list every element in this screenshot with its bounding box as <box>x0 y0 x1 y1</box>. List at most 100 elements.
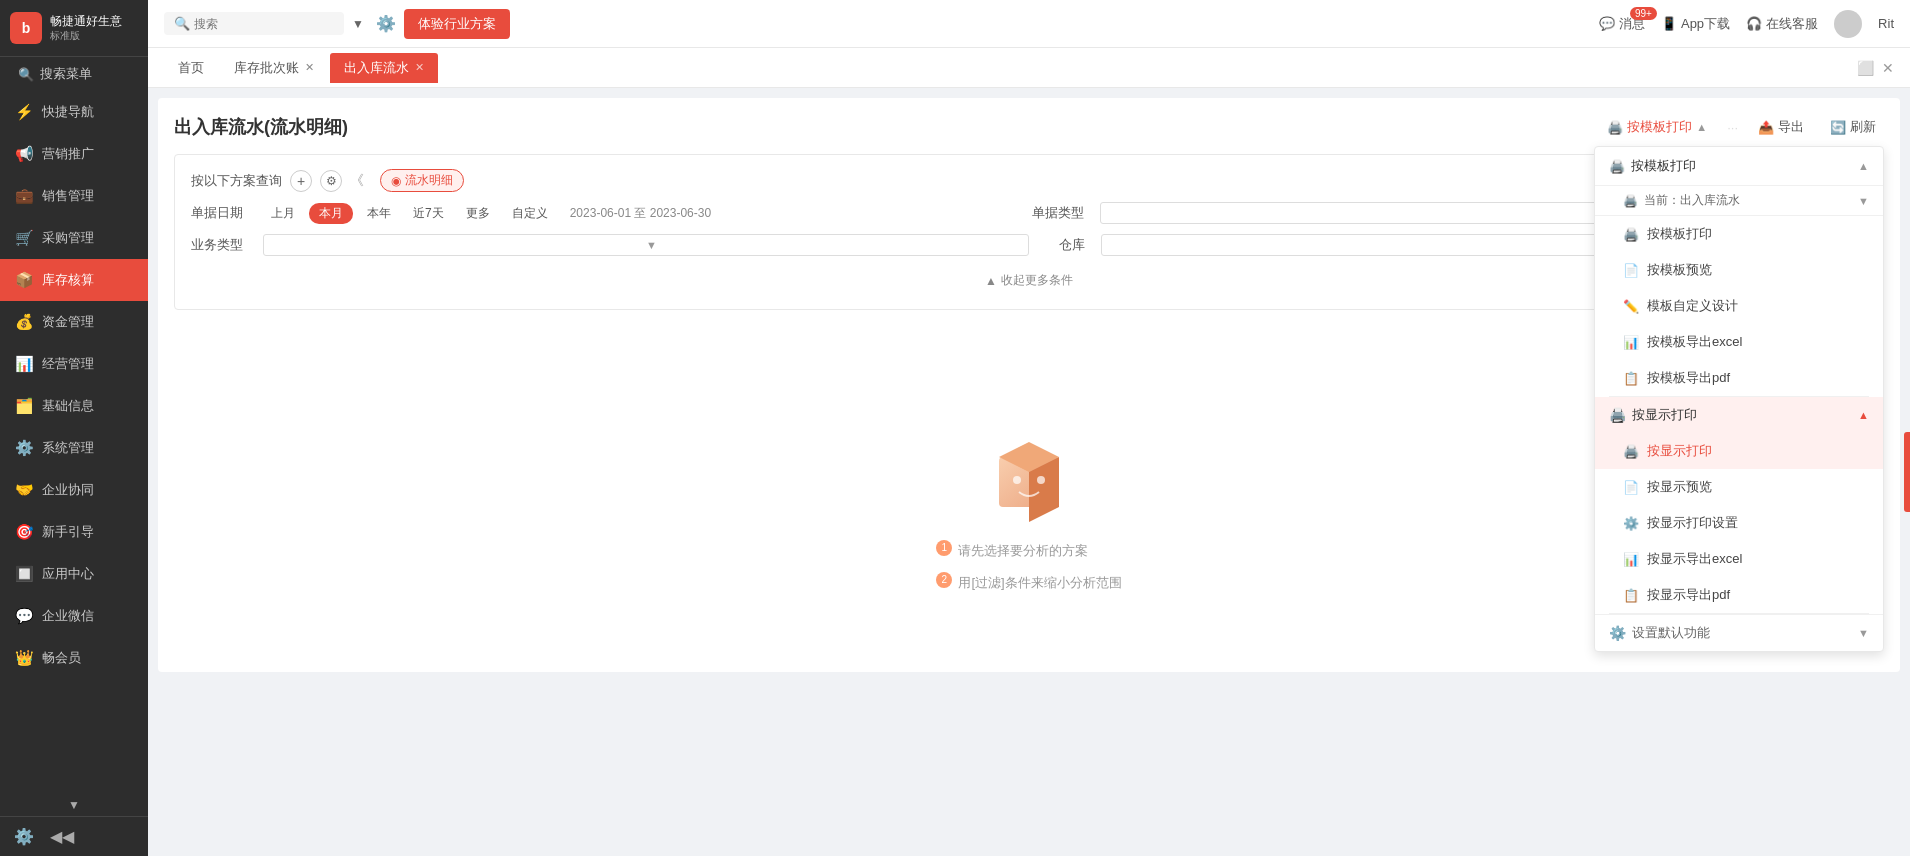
dropdown-item-label: 按模板导出excel <box>1647 333 1742 351</box>
biz-type-select[interactable]: ▼ <box>263 234 1029 256</box>
right-edge-bar[interactable] <box>1904 432 1910 512</box>
filter-collapse-left-btn[interactable]: 《 <box>350 172 364 190</box>
trial-btn[interactable]: 体验行业方案 <box>404 9 510 39</box>
dropdown-item-export-excel-template[interactable]: 📊 按模板导出excel <box>1595 324 1883 360</box>
topbar-search-dropdown[interactable]: ▼ <box>352 17 364 31</box>
sidebar-item-label: 经营管理 <box>42 355 94 373</box>
date-shortcut-more[interactable]: 更多 <box>458 203 498 224</box>
sidebar-item-label: 快捷导航 <box>42 103 94 121</box>
dropdown-item-preview-display[interactable]: 📄 按显示预览 <box>1595 469 1883 505</box>
sidebar-item-inventory[interactable]: 📦 库存核算 <box>0 259 148 301</box>
tab-batch-account[interactable]: 库存批次账 ✕ <box>220 53 328 83</box>
topbar-search-box[interactable]: 🔍 <box>164 12 344 35</box>
operations-icon: 📊 <box>14 354 34 374</box>
export-label: 导出 <box>1778 118 1804 136</box>
app-name: 畅捷通好生意 <box>50 13 122 30</box>
sidebar-item-marketing[interactable]: 📢 营销推广 <box>0 133 148 175</box>
tab-home[interactable]: 首页 <box>164 53 218 83</box>
tab-flow[interactable]: 出入库流水 ✕ <box>330 53 438 83</box>
sidebar-item-membership[interactable]: 👑 畅会员 <box>0 637 148 679</box>
topbar-search-input[interactable] <box>194 17 324 31</box>
sidebar-item-collab[interactable]: 🤝 企业协同 <box>0 469 148 511</box>
filter-settings-btn[interactable]: ⚙ <box>320 170 342 192</box>
topbar-messages[interactable]: 💬 消息 99+ <box>1599 15 1645 33</box>
headset-icon: 🎧 <box>1746 16 1762 31</box>
sidebar-item-operations[interactable]: 📊 经营管理 <box>0 343 148 385</box>
sidebar-item-guide[interactable]: 🎯 新手引导 <box>0 511 148 553</box>
dropdown-item-preview-template[interactable]: 📄 按模板预览 <box>1595 252 1883 288</box>
sidebar-search[interactable]: 🔍 搜索菜单 <box>0 57 148 91</box>
date-shortcut-7days[interactable]: 近7天 <box>405 203 452 224</box>
dropdown-item-label: 按显示打印 <box>1647 442 1712 460</box>
dropdown-header: 🖨️ 按模板打印 ▲ <box>1595 147 1883 186</box>
dropdown-item-custom-template[interactable]: ✏️ 模板自定义设计 <box>1595 288 1883 324</box>
dropdown-item-print-template[interactable]: 🖨️ 按模板打印 <box>1595 216 1883 252</box>
display-section-chevron: ▲ <box>1858 409 1869 421</box>
page-actions: 🖨️ 按模板打印 ▲ ··· 📤 导出 🔄 刷新 <box>1599 114 1884 140</box>
settings-display-icon: ⚙️ <box>1623 515 1639 531</box>
sidebar-item-basic-info[interactable]: 🗂️ 基础信息 <box>0 385 148 427</box>
app-version: 标准版 <box>50 29 122 43</box>
sidebar-bottom: ⚙️ ◀◀ <box>0 816 148 856</box>
settings-icon[interactable]: ⚙️ <box>14 827 34 846</box>
sidebar-item-finance[interactable]: 💰 资金管理 <box>0 301 148 343</box>
export-icon: 📤 <box>1758 120 1774 135</box>
dropdown-item-print-display[interactable]: 🖨️ 按显示打印 <box>1595 433 1883 469</box>
page-content: 出入库流水(流水明细) 🖨️ 按模板打印 ▲ ··· 📤 导出 <box>148 88 1910 856</box>
tab-maximize-icon[interactable]: ⬜ <box>1857 60 1874 76</box>
collapse-sidebar-icon[interactable]: ◀◀ <box>50 827 74 846</box>
username-label[interactable]: Rit <box>1878 16 1894 31</box>
topbar: 🔍 ▼ ⚙️ 体验行业方案 💬 消息 99+ 📱 App下载 🎧 <box>148 0 1910 48</box>
refresh-btn[interactable]: 🔄 刷新 <box>1822 114 1884 140</box>
topbar-app-download[interactable]: 📱 App下载 <box>1661 15 1730 33</box>
export-btn[interactable]: 📤 导出 <box>1750 114 1812 140</box>
collab-icon: 🤝 <box>14 480 34 500</box>
sidebar-item-sales[interactable]: 💼 销售管理 <box>0 175 148 217</box>
empty-tips: 1 请先选择要分析的方案 2 用[过滤]条件来缩小分析范围 <box>936 538 1121 596</box>
purchase-icon: 🛒 <box>14 228 34 248</box>
dropdown-item-settings-display[interactable]: ⚙️ 按显示打印设置 <box>1595 505 1883 541</box>
filter-add-btn[interactable]: + <box>290 170 312 192</box>
page-title: 出入库流水(流水明细) <box>174 115 348 139</box>
display-section-icon: 🖨️ <box>1609 407 1626 423</box>
dropdown-header-chevron[interactable]: ▲ <box>1858 160 1869 172</box>
tab-close-icon[interactable]: ✕ <box>1882 60 1894 76</box>
date-shortcut-custom[interactable]: 自定义 <box>504 203 556 224</box>
dropdown-item-label: 按模板预览 <box>1647 261 1712 279</box>
tab-close-batch-account[interactable]: ✕ <box>305 61 314 74</box>
date-shortcut-this-month[interactable]: 本月 <box>309 203 353 224</box>
dropdown-current[interactable]: 🖨️ 当前：出入库流水 ▼ <box>1595 186 1883 216</box>
dropdown-item-label: 模板自定义设计 <box>1647 297 1738 315</box>
sidebar-item-app-center[interactable]: 🔲 应用中心 <box>0 553 148 595</box>
dropdown-display-section[interactable]: 🖨️ 按显示打印 ▲ <box>1595 397 1883 433</box>
collapse-label: 收起更多条件 <box>1001 272 1073 289</box>
print-template-btn[interactable]: 🖨️ 按模板打印 ▲ <box>1599 114 1715 140</box>
phone-icon: 📱 <box>1661 16 1677 31</box>
sidebar-item-purchase[interactable]: 🛒 采购管理 <box>0 217 148 259</box>
sidebar-item-corp-wechat[interactable]: 💬 企业微信 <box>0 595 148 637</box>
search-icon: 🔍 <box>18 67 34 82</box>
custom-template-icon: ✏️ <box>1623 298 1639 314</box>
sidebar-item-system[interactable]: ⚙️ 系统管理 <box>0 427 148 469</box>
marketing-icon: 📢 <box>14 144 34 164</box>
dropdown-item-label: 按显示导出pdf <box>1647 586 1730 604</box>
preview-display-icon: 📄 <box>1623 479 1639 495</box>
dropdown-item-export-pdf-template[interactable]: 📋 按模板导出pdf <box>1595 360 1883 396</box>
user-avatar[interactable] <box>1834 10 1862 38</box>
current-icon: 🖨️ <box>1623 194 1638 208</box>
sidebar-item-label: 企业微信 <box>42 607 94 625</box>
tab-label: 库存批次账 <box>234 59 299 77</box>
tabs-bar: 首页 库存批次账 ✕ 出入库流水 ✕ ⬜ ✕ <box>148 48 1910 88</box>
dropdown-footer[interactable]: ⚙️ 设置默认功能 ▼ <box>1595 614 1883 651</box>
topbar-online-service[interactable]: 🎧 在线客服 <box>1746 15 1818 33</box>
basic-info-icon: 🗂️ <box>14 396 34 416</box>
dropdown-item-export-pdf-display[interactable]: 📋 按显示导出pdf <box>1595 577 1883 613</box>
dropdown-item-export-excel-display[interactable]: 📊 按显示导出excel <box>1595 541 1883 577</box>
date-shortcut-last-month[interactable]: 上月 <box>263 203 303 224</box>
tab-close-flow[interactable]: ✕ <box>415 61 424 74</box>
sidebar-item-label: 新手引导 <box>42 523 94 541</box>
date-shortcut-this-year[interactable]: 本年 <box>359 203 399 224</box>
topbar-gear-icon[interactable]: ⚙️ <box>376 14 396 33</box>
sidebar-item-quick-nav[interactable]: ⚡ 快捷导航 <box>0 91 148 133</box>
sidebar-scroll-down[interactable]: ▼ <box>0 794 148 816</box>
